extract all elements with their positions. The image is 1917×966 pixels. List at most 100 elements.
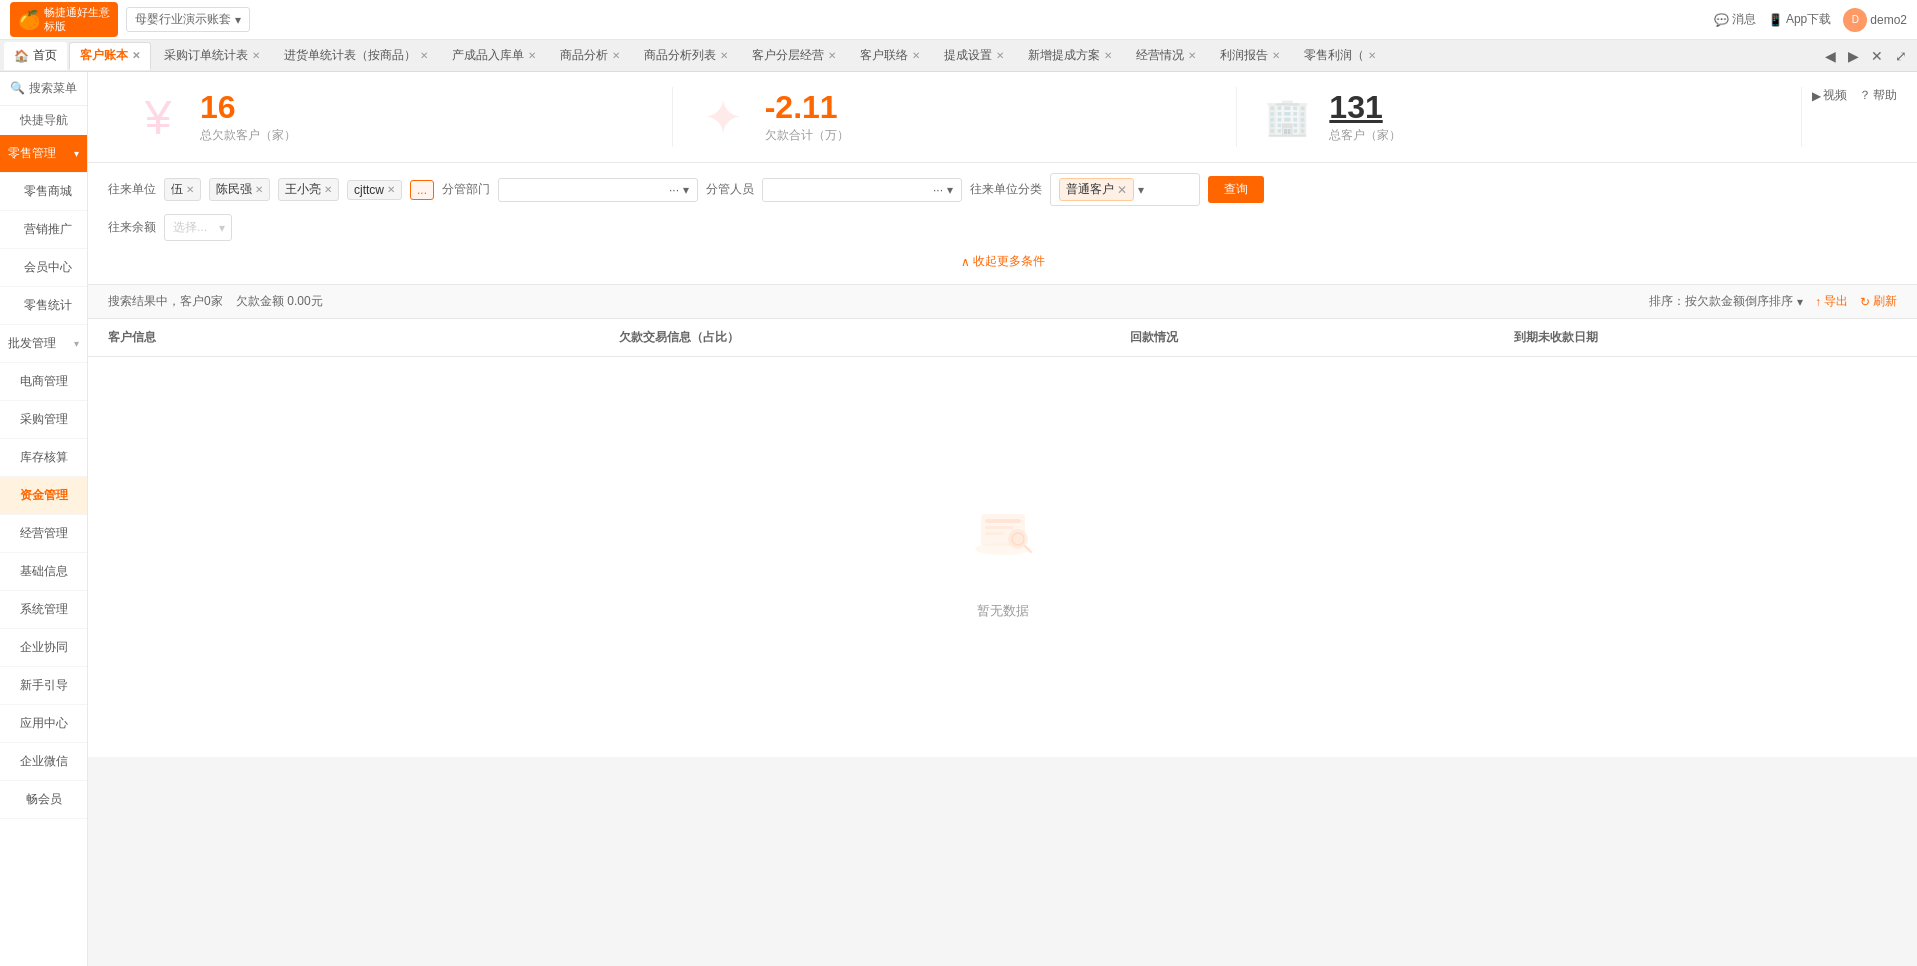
col-customer-info: 客户信息 <box>108 329 619 346</box>
sidebar-item-capital[interactable]: 资金管理 <box>0 477 87 515</box>
filter-more-tags[interactable]: ... <box>410 180 434 200</box>
chevron-down-manager: ▾ <box>947 183 953 197</box>
stats-banner: ¥ 16 总欠款客户（家） ✦ -2.11 欠款合计（万） 🏢 131 总客户（… <box>88 72 1917 163</box>
stat-num-debt: -2.11 <box>765 91 849 123</box>
sidebar-item-purchase[interactable]: 采购管理 <box>0 401 87 439</box>
sort-selector[interactable]: 排序：按欠款金额倒序排序 ▾ <box>1649 293 1803 310</box>
stat-label-total: 总客户（家） <box>1329 127 1401 144</box>
sidebar-item-inventory[interactable]: 库存核算 <box>0 439 87 477</box>
sidebar-item-enterprise-wechat[interactable]: 企业微信 <box>0 743 87 781</box>
tab-close-purchase-orders[interactable]: ✕ <box>252 50 260 61</box>
app-download-btn[interactable]: 📱 App下载 <box>1768 11 1831 28</box>
tab-close-retail-profit[interactable]: ✕ <box>1368 50 1376 61</box>
store-selector[interactable]: 母婴行业演示账套 ▾ <box>126 7 250 32</box>
message-icon: 💬 <box>1714 13 1729 27</box>
tab-close-product-analysis-list[interactable]: ✕ <box>720 50 728 61</box>
video-btn[interactable]: ▶ 视频 <box>1812 87 1847 104</box>
sidebar-item-wholesale[interactable]: 批发管理 ▾ <box>0 325 87 363</box>
sidebar-item-operations-mgmt[interactable]: 经营管理 <box>0 515 87 553</box>
tab-close-incoming-stats[interactable]: ✕ <box>420 50 428 61</box>
chevron-down-icon: ▾ <box>235 13 241 27</box>
svg-rect-4 <box>985 532 1005 535</box>
phone-icon: 📱 <box>1768 13 1783 27</box>
tab-new-promotion[interactable]: 新增提成方案 ✕ <box>1017 42 1123 70</box>
filter-tag-1: 伍 ✕ <box>164 178 201 201</box>
tab-product-analysis[interactable]: 商品分析 ✕ <box>549 42 631 70</box>
manager-label: 分管人员 <box>706 181 754 198</box>
tab-profit-report[interactable]: 利润报告 ✕ <box>1209 42 1291 70</box>
collapse-button[interactable]: ∧ 收起更多条件 <box>108 249 1897 274</box>
tab-close-promotion-settings[interactable]: ✕ <box>996 50 1004 61</box>
tab-promotion-settings[interactable]: 提成设置 ✕ <box>933 42 1015 70</box>
help-btn[interactable]: ？ 帮助 <box>1859 87 1897 104</box>
tab-nav-close[interactable]: ✕ <box>1865 48 1889 64</box>
remove-tag-1[interactable]: ✕ <box>186 184 194 195</box>
remove-tag-4[interactable]: ✕ <box>387 184 395 195</box>
user-profile-btn[interactable]: D demo2 <box>1843 8 1907 32</box>
tab-purchase-orders[interactable]: 采购订单统计表 ✕ <box>153 42 271 70</box>
tab-close-customer-tier[interactable]: ✕ <box>828 50 836 61</box>
tab-customer-tier[interactable]: 客户分层经营 ✕ <box>741 42 847 70</box>
remove-unit-type[interactable]: ✕ <box>1117 183 1127 197</box>
sidebar-item-system[interactable]: 系统管理 <box>0 591 87 629</box>
tab-close-customer-contact[interactable]: ✕ <box>912 50 920 61</box>
tab-customers[interactable]: 客户账本 ✕ <box>69 42 151 70</box>
tab-close-production-in[interactable]: ✕ <box>528 50 536 61</box>
sidebar-item-basic-info[interactable]: 基础信息 <box>0 553 87 591</box>
chevron-up-icon: ∧ <box>961 255 970 269</box>
sidebar-item-marketing[interactable]: 营销推广 <box>0 211 87 249</box>
tab-nav-expand[interactable]: ⤢ <box>1889 48 1913 64</box>
sidebar-item-newbie[interactable]: 新手引导 <box>0 667 87 705</box>
sidebar-item-retail-mall[interactable]: 零售商城 <box>0 173 87 211</box>
table-body: 暂无数据 <box>88 357 1917 757</box>
store-name: 母婴行业演示账套 <box>135 11 231 28</box>
stat-num-total: 131 <box>1329 91 1401 123</box>
chevron-down-dept: ▾ <box>683 183 689 197</box>
stats-actions: ▶ 视频 ？ 帮助 <box>1802 87 1897 147</box>
refresh-btn[interactable]: ↻ 刷新 <box>1860 293 1897 310</box>
tab-production-in[interactable]: 产成品入库单 ✕ <box>441 42 547 70</box>
tab-nav-prev[interactable]: ◀ <box>1819 48 1842 64</box>
remain-select[interactable]: 选择... ▾ <box>164 214 232 241</box>
manager-more-icon: ··· <box>933 183 943 197</box>
sidebar-item-retail[interactable]: 零售管理 ▾ <box>0 135 87 173</box>
query-button[interactable]: 查询 <box>1208 176 1264 203</box>
col-repayment: 回款情况 <box>1130 329 1513 346</box>
sidebar-item-retail-stats[interactable]: 零售统计 <box>0 287 87 325</box>
tab-nav-next[interactable]: ▶ <box>1842 48 1865 64</box>
tab-close-new-promotion[interactable]: ✕ <box>1104 50 1112 61</box>
filter-area: 往来单位 伍 ✕ 陈民强 ✕ 王小亮 ✕ cjttcw ✕ <box>88 163 1917 285</box>
result-bar-right: 排序：按欠款金额倒序排序 ▾ ↑ 导出 ↻ 刷新 <box>1649 293 1897 310</box>
tab-customer-contact[interactable]: 客户联络 ✕ <box>849 42 931 70</box>
unit-type-select[interactable]: 普通客户 ✕ ▾ <box>1050 173 1200 206</box>
tab-close-product-analysis[interactable]: ✕ <box>612 50 620 61</box>
tab-operations[interactable]: 经营情况 ✕ <box>1125 42 1207 70</box>
tab-close-operations[interactable]: ✕ <box>1188 50 1196 61</box>
tab-product-analysis-list[interactable]: 商品分析列表 ✕ <box>633 42 739 70</box>
tab-retail-profit[interactable]: 零售利润（ ✕ <box>1293 42 1387 70</box>
svg-rect-2 <box>985 519 1021 523</box>
remove-tag-2[interactable]: ✕ <box>255 184 263 195</box>
dept-more-icon: ··· <box>669 183 679 197</box>
sidebar-quick-nav[interactable]: 快捷导航 <box>0 106 87 135</box>
top-bar: 🍊 畅捷通好生意 标版 母婴行业演示账套 ▾ 💬 消息 📱 App下载 D de… <box>0 0 1917 40</box>
tab-close-customers[interactable]: ✕ <box>132 50 140 61</box>
total-icon: 🏢 <box>1257 87 1317 147</box>
sidebar-item-changhui[interactable]: 畅会员 <box>0 781 87 819</box>
remove-tag-3[interactable]: ✕ <box>324 184 332 195</box>
sidebar-item-member[interactable]: 会员中心 <box>0 249 87 287</box>
sidebar-item-ecommerce[interactable]: 电商管理 <box>0 363 87 401</box>
chevron-icon: ▾ <box>74 148 79 159</box>
sidebar-item-enterprise[interactable]: 企业协同 <box>0 629 87 667</box>
export-btn[interactable]: ↑ 导出 <box>1815 293 1848 310</box>
tab-home[interactable]: 🏠 首页 <box>4 42 67 70</box>
logo-main-text: 畅捷通好生意 <box>44 6 110 19</box>
dept-select[interactable]: ··· ▾ <box>498 178 698 202</box>
sidebar-item-app-center[interactable]: 应用中心 <box>0 705 87 743</box>
tab-incoming-stats[interactable]: 进货单统计表（按商品） ✕ <box>273 42 439 70</box>
message-btn[interactable]: 💬 消息 <box>1714 11 1756 28</box>
sidebar-search[interactable]: 🔍 搜索菜单 <box>0 72 87 106</box>
manager-select[interactable]: ··· ▾ <box>762 178 962 202</box>
svg-rect-3 <box>985 526 1013 529</box>
tab-close-profit-report[interactable]: ✕ <box>1272 50 1280 61</box>
